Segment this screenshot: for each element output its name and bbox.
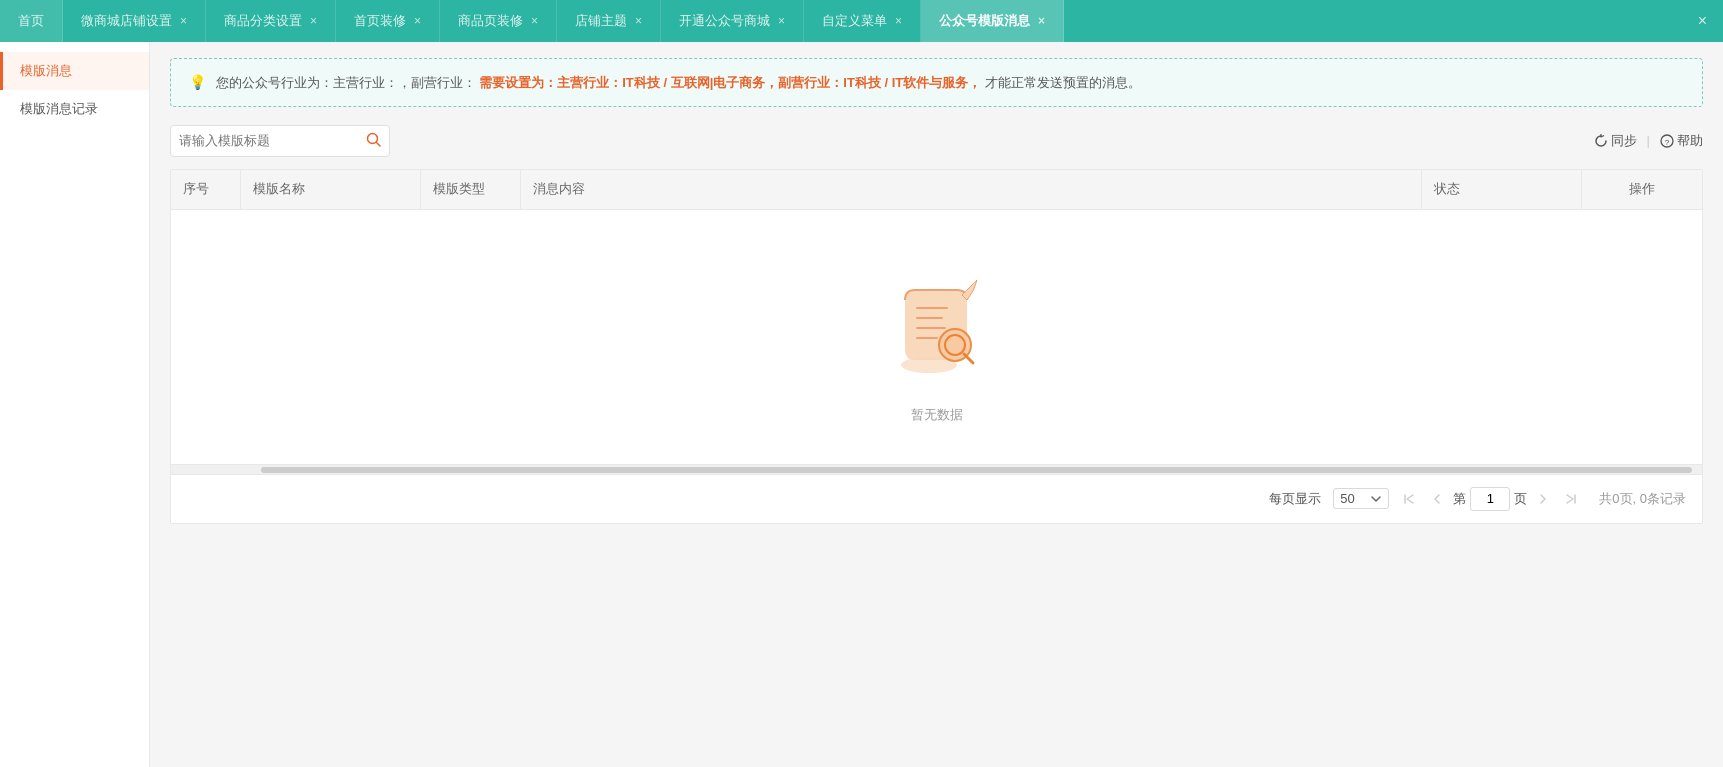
per-page-select[interactable]: 50 bbox=[1333, 488, 1389, 509]
tab-home-label: 首页 bbox=[18, 12, 44, 30]
prev-page-icon bbox=[1431, 493, 1443, 505]
sidebar: 模版消息 模版消息记录 bbox=[0, 42, 150, 767]
table-header: 序号 模版名称 模版类型 消息内容 状态 操作 bbox=[171, 170, 1702, 210]
sidebar-item-template-msg[interactable]: 模版消息 bbox=[0, 52, 149, 90]
page-number-input[interactable] bbox=[1470, 487, 1510, 511]
toolbar-divider: | bbox=[1647, 133, 1650, 148]
tab-product-decor-close[interactable]: × bbox=[531, 14, 538, 28]
page-label: 第 bbox=[1453, 490, 1466, 508]
tab-shop-setting-close[interactable]: × bbox=[180, 14, 187, 28]
next-page-button[interactable] bbox=[1531, 487, 1555, 511]
th-action: 操作 bbox=[1582, 170, 1702, 209]
data-table: 序号 模版名称 模版类型 消息内容 状态 操作 bbox=[170, 169, 1703, 524]
help-button[interactable]: ? 帮助 bbox=[1660, 132, 1703, 150]
scrollbar-thumb[interactable] bbox=[261, 467, 1692, 473]
th-seq-label: 序号 bbox=[183, 180, 209, 198]
tab-shop-theme-label: 店铺主题 bbox=[575, 12, 627, 30]
tab-open-mall-label: 开通公众号商城 bbox=[679, 12, 770, 30]
tab-product-decor-label: 商品页装修 bbox=[458, 12, 523, 30]
sync-button[interactable]: 同步 bbox=[1594, 132, 1637, 150]
search-bar: 同步 | ? 帮助 bbox=[170, 125, 1703, 157]
tab-shop-theme[interactable]: 店铺主题 × bbox=[557, 0, 661, 42]
sidebar-item-template-msg-record-label: 模版消息记录 bbox=[20, 101, 98, 116]
sidebar-item-template-msg-record[interactable]: 模版消息记录 bbox=[0, 90, 149, 128]
tab-bar: 首页 微商城店铺设置 × 商品分类设置 × 首页装修 × 商品页装修 × 店铺主… bbox=[0, 0, 1723, 42]
tab-template-msg-close[interactable]: × bbox=[1038, 14, 1045, 28]
tab-home-decor-close[interactable]: × bbox=[414, 14, 421, 28]
th-type: 模版类型 bbox=[421, 170, 521, 209]
th-status-label: 状态 bbox=[1434, 180, 1460, 198]
search-input[interactable] bbox=[179, 133, 366, 148]
tab-category-setting-close[interactable]: × bbox=[310, 14, 317, 28]
last-page-icon bbox=[1565, 493, 1577, 505]
first-page-button[interactable] bbox=[1397, 487, 1421, 511]
help-label: 帮助 bbox=[1677, 132, 1703, 150]
tab-open-mall-close[interactable]: × bbox=[778, 14, 785, 28]
pagination: 每页显示 50 bbox=[171, 474, 1702, 523]
per-page-value: 50 bbox=[1340, 491, 1354, 506]
prev-page-button[interactable] bbox=[1425, 487, 1449, 511]
tab-custom-menu-close[interactable]: × bbox=[895, 14, 902, 28]
page-input-wrap: 第 页 bbox=[1453, 487, 1527, 511]
total-info: 共0页, 0条记录 bbox=[1599, 490, 1686, 508]
tab-template-msg-label: 公众号模版消息 bbox=[939, 12, 1030, 30]
page-nav: 第 页 bbox=[1397, 487, 1583, 511]
notice-icon: 💡 bbox=[189, 74, 206, 90]
empty-icon bbox=[877, 270, 997, 390]
tab-shop-setting-label: 微商城店铺设置 bbox=[81, 12, 172, 30]
tab-home[interactable]: 首页 bbox=[0, 0, 63, 42]
next-page-icon bbox=[1537, 493, 1549, 505]
tab-template-msg[interactable]: 公众号模版消息 × bbox=[921, 0, 1064, 42]
th-action-label: 操作 bbox=[1629, 180, 1655, 198]
th-type-label: 模版类型 bbox=[433, 180, 485, 198]
notice-text-after: 才能正常发送预置的消息。 bbox=[985, 75, 1141, 90]
tab-product-decor[interactable]: 商品页装修 × bbox=[440, 0, 557, 42]
tab-custom-menu[interactable]: 自定义菜单 × bbox=[804, 0, 921, 42]
per-page-label: 每页显示 bbox=[1269, 490, 1321, 508]
tab-home-decor[interactable]: 首页装修 × bbox=[336, 0, 440, 42]
page-unit: 页 bbox=[1514, 490, 1527, 508]
close-all-icon: × bbox=[1698, 12, 1707, 30]
tab-category-setting-label: 商品分类设置 bbox=[224, 12, 302, 30]
tab-shop-theme-close[interactable]: × bbox=[635, 14, 642, 28]
chevron-down-icon bbox=[1370, 493, 1382, 505]
notice-box: 💡 您的公众号行业为：主营行业：，副营行业： 需要设置为：主营行业：IT科技 /… bbox=[170, 58, 1703, 107]
last-page-button[interactable] bbox=[1559, 487, 1583, 511]
th-content-label: 消息内容 bbox=[533, 180, 585, 198]
th-seq: 序号 bbox=[171, 170, 241, 209]
tab-shop-setting[interactable]: 微商城店铺设置 × bbox=[63, 0, 206, 42]
search-button[interactable] bbox=[366, 132, 381, 150]
close-all-button[interactable]: × bbox=[1682, 0, 1723, 42]
svg-text:?: ? bbox=[1665, 137, 1670, 146]
horizontal-scrollbar[interactable] bbox=[171, 464, 1702, 474]
empty-state: 暂无数据 bbox=[171, 210, 1702, 464]
first-page-icon bbox=[1403, 493, 1415, 505]
th-status: 状态 bbox=[1422, 170, 1582, 209]
th-name: 模版名称 bbox=[241, 170, 421, 209]
tab-custom-menu-label: 自定义菜单 bbox=[822, 12, 887, 30]
sync-label: 同步 bbox=[1611, 132, 1637, 150]
search-input-wrap bbox=[170, 125, 390, 157]
empty-text: 暂无数据 bbox=[911, 406, 963, 424]
svg-line-1 bbox=[377, 142, 381, 146]
sync-icon bbox=[1594, 134, 1608, 148]
notice-text-before: 您的公众号行业为：主营行业：，副营行业： bbox=[216, 75, 476, 90]
notice-highlight: 需要设置为：主营行业：IT科技 / 互联网|电子商务，副营行业：IT科技 / I… bbox=[479, 75, 981, 90]
svg-line-11 bbox=[964, 354, 973, 363]
toolbar-right: 同步 | ? 帮助 bbox=[1594, 132, 1703, 150]
search-icon bbox=[366, 132, 381, 147]
sidebar-item-template-msg-label: 模版消息 bbox=[20, 63, 72, 78]
help-icon: ? bbox=[1660, 134, 1674, 148]
tab-open-mall[interactable]: 开通公众号商城 × bbox=[661, 0, 804, 42]
main-layout: 模版消息 模版消息记录 💡 您的公众号行业为：主营行业：，副营行业： 需要设置为… bbox=[0, 42, 1723, 767]
th-name-label: 模版名称 bbox=[253, 180, 305, 198]
main-content: 💡 您的公众号行业为：主营行业：，副营行业： 需要设置为：主营行业：IT科技 /… bbox=[150, 42, 1723, 767]
th-content: 消息内容 bbox=[521, 170, 1422, 209]
tab-home-decor-label: 首页装修 bbox=[354, 12, 406, 30]
tab-category-setting[interactable]: 商品分类设置 × bbox=[206, 0, 336, 42]
